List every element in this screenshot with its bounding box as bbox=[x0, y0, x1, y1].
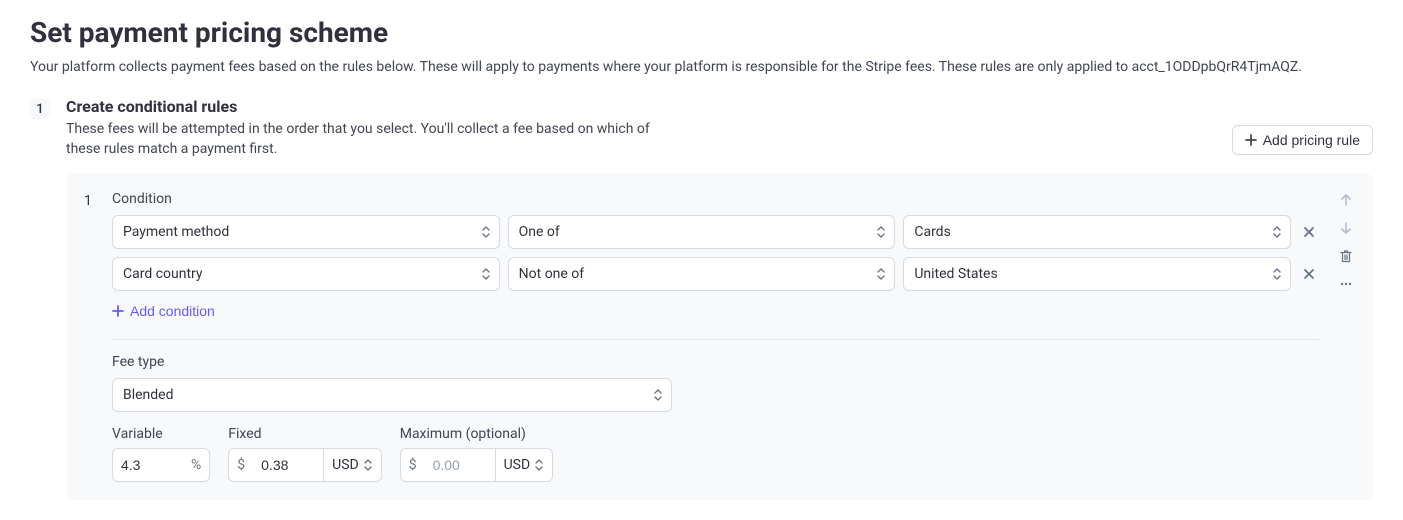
step-number: 1 bbox=[30, 99, 50, 119]
condition-op-select[interactable]: Not one of bbox=[508, 257, 896, 291]
add-rule-label: Add pricing rule bbox=[1263, 132, 1360, 148]
condition-label: Condition bbox=[112, 191, 1319, 207]
condition-value-select[interactable]: United States bbox=[903, 257, 1291, 291]
condition-op-value: Not one of bbox=[519, 266, 585, 282]
divider bbox=[112, 339, 1319, 340]
maximum-currency-select[interactable]: USD bbox=[496, 449, 553, 481]
condition-field-select[interactable]: Card country bbox=[112, 257, 500, 291]
fee-type-label: Fee type bbox=[112, 354, 1319, 370]
dollar-prefix: $ bbox=[401, 457, 425, 473]
maximum-input[interactable] bbox=[425, 449, 495, 481]
fee-type-select[interactable]: Blended bbox=[112, 378, 672, 412]
plus-icon bbox=[1245, 134, 1257, 146]
trash-icon bbox=[1339, 249, 1353, 263]
more-options-button[interactable] bbox=[1337, 275, 1355, 293]
arrow-up-icon bbox=[1339, 193, 1353, 207]
condition-row: Card country Not one of United States bbox=[112, 257, 1319, 291]
variable-input[interactable] bbox=[113, 449, 183, 481]
move-down-button[interactable] bbox=[1337, 219, 1355, 237]
condition-op-value: One of bbox=[519, 224, 560, 240]
plus-icon bbox=[112, 305, 124, 317]
move-up-button[interactable] bbox=[1337, 191, 1355, 209]
variable-label: Variable bbox=[112, 426, 210, 442]
dollar-prefix: $ bbox=[229, 457, 253, 473]
condition-value: Cards bbox=[914, 224, 950, 240]
delete-rule-button[interactable] bbox=[1337, 247, 1355, 265]
chevron-updown-icon bbox=[481, 225, 491, 239]
maximum-label: Maximum (optional) bbox=[400, 426, 553, 442]
percent-suffix: % bbox=[183, 457, 209, 473]
step-title: Create conditional rules bbox=[66, 97, 1373, 116]
add-pricing-rule-button[interactable]: Add pricing rule bbox=[1232, 125, 1373, 155]
arrow-down-icon bbox=[1339, 221, 1353, 235]
chevron-updown-icon bbox=[534, 458, 544, 472]
condition-value: United States bbox=[914, 266, 997, 282]
close-icon bbox=[1303, 226, 1315, 238]
add-condition-button[interactable]: Add condition bbox=[112, 299, 215, 323]
rule-number: 1 bbox=[84, 191, 98, 482]
currency-value: USD bbox=[332, 457, 359, 473]
condition-op-select[interactable]: One of bbox=[508, 215, 896, 249]
page-subhead: Your platform collects payment fees base… bbox=[30, 59, 1373, 75]
condition-field-select[interactable]: Payment method bbox=[112, 215, 500, 249]
step-desc: These fees will be attempted in the orde… bbox=[66, 120, 686, 159]
condition-row: Payment method One of Cards bbox=[112, 215, 1319, 249]
condition-field-value: Payment method bbox=[123, 224, 229, 240]
remove-condition-button[interactable] bbox=[1299, 264, 1319, 284]
chevron-updown-icon bbox=[481, 267, 491, 281]
chevron-updown-icon bbox=[653, 388, 663, 402]
fixed-currency-select[interactable]: USD bbox=[324, 449, 381, 481]
close-icon bbox=[1303, 268, 1315, 280]
variable-input-group: % bbox=[112, 448, 210, 482]
fee-type-value: Blended bbox=[123, 387, 174, 403]
fixed-input[interactable] bbox=[253, 449, 323, 481]
condition-field-value: Card country bbox=[123, 266, 203, 282]
chevron-updown-icon bbox=[876, 225, 886, 239]
more-horizontal-icon bbox=[1339, 277, 1353, 291]
remove-condition-button[interactable] bbox=[1299, 222, 1319, 242]
chevron-updown-icon bbox=[1272, 225, 1282, 239]
page-title: Set payment pricing scheme bbox=[30, 16, 1373, 49]
fixed-input-group: $ USD bbox=[228, 448, 381, 482]
maximum-input-group: $ USD bbox=[400, 448, 553, 482]
currency-value: USD bbox=[504, 457, 531, 473]
chevron-updown-icon bbox=[363, 458, 373, 472]
chevron-updown-icon bbox=[876, 267, 886, 281]
add-condition-label: Add condition bbox=[130, 303, 215, 319]
condition-value-select[interactable]: Cards bbox=[903, 215, 1291, 249]
chevron-updown-icon bbox=[1272, 267, 1282, 281]
rule-card: 1 Condition Payment method One of bbox=[66, 173, 1373, 500]
fixed-label: Fixed bbox=[228, 426, 381, 442]
